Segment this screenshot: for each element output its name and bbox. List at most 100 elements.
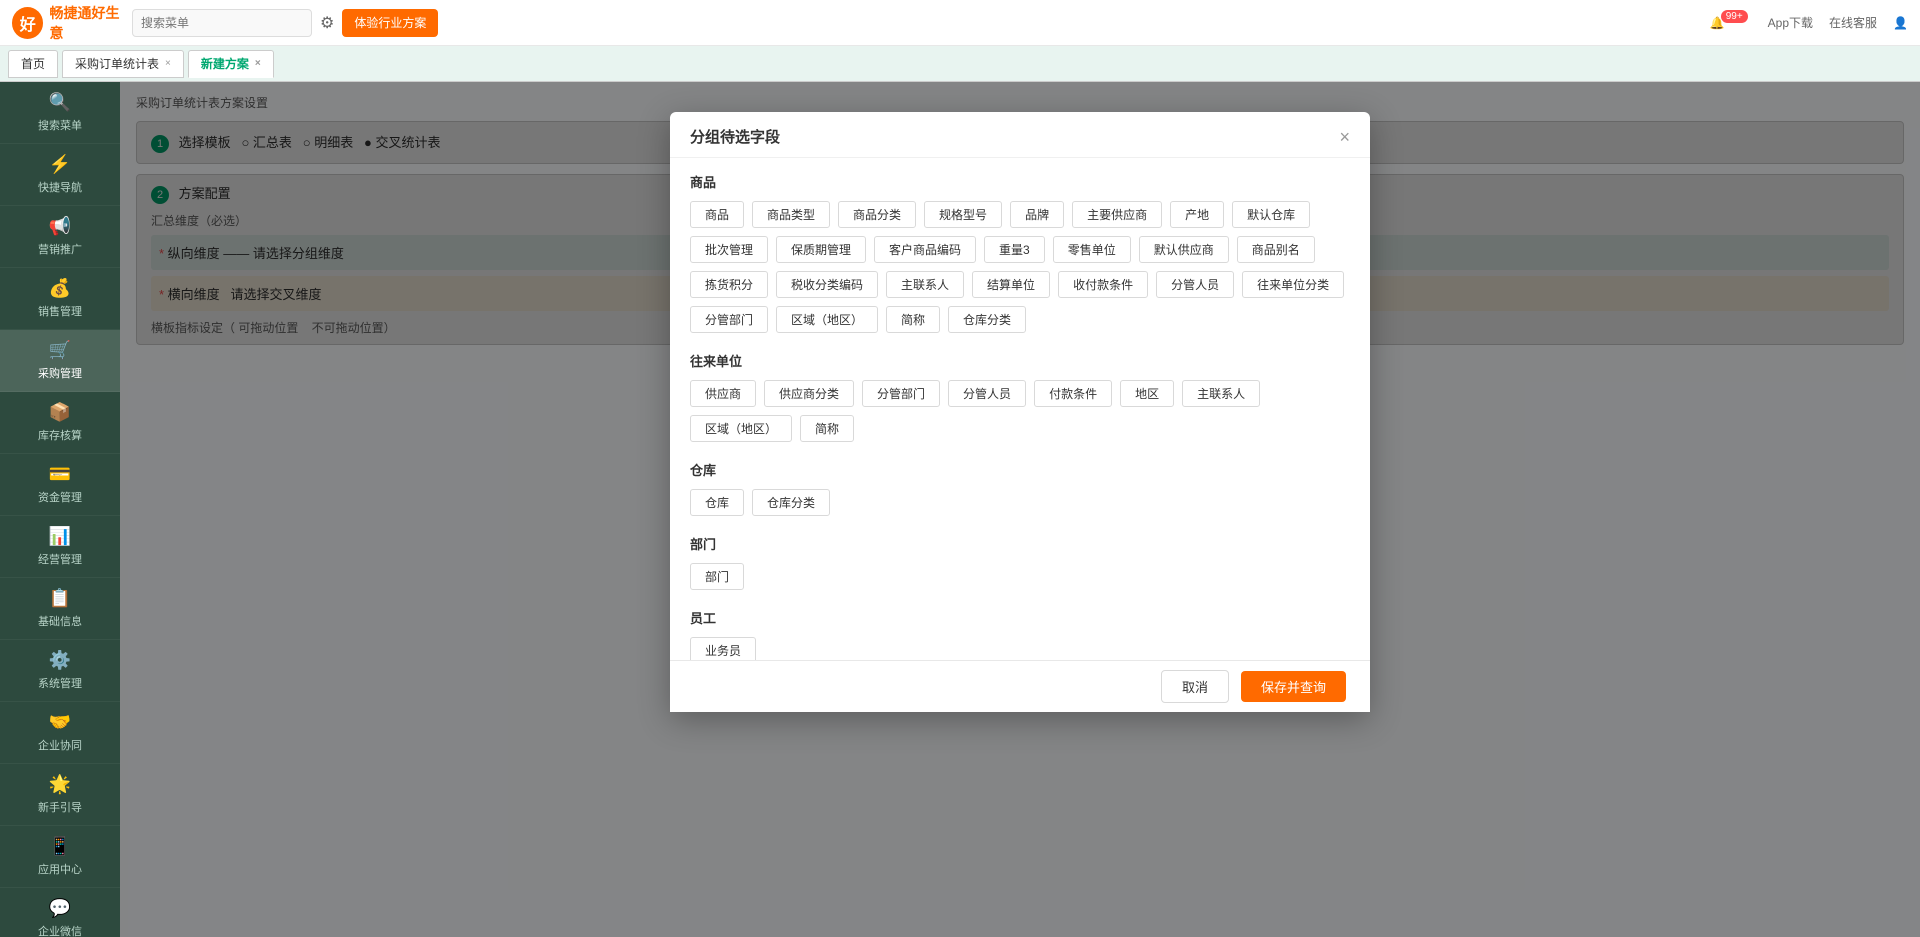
user-avatar[interactable]: 👤	[1893, 16, 1908, 30]
field-tag-partner-5[interactable]: 地区	[1120, 380, 1174, 407]
sidebar-item-appcenter-label: 应用中心	[38, 861, 82, 877]
field-tag-partner-1[interactable]: 供应商分类	[764, 380, 854, 407]
content-area: 采购订单统计表方案设置 1 选择模板 ○ 汇总表 ○ 明细表 ● 交叉统计表 2…	[120, 82, 1920, 937]
field-tag-warehouse-0[interactable]: 仓库	[690, 489, 744, 516]
field-tag-product-7[interactable]: 默认仓库	[1232, 201, 1310, 228]
sidebar-item-sales[interactable]: 💰 销售管理	[0, 268, 120, 330]
appcenter-icon: 📱	[49, 836, 71, 857]
online-service-link[interactable]: 在线客服	[1829, 14, 1877, 31]
field-tag-product-24[interactable]: 简称	[886, 306, 940, 333]
sidebar-item-cooperation[interactable]: 🤝 企业协同	[0, 702, 120, 764]
gear-icon[interactable]: ⚙	[320, 13, 334, 33]
field-tag-product-10[interactable]: 客户商品编码	[874, 236, 976, 263]
field-tag-product-3[interactable]: 规格型号	[924, 201, 1002, 228]
field-tag-product-9[interactable]: 保质期管理	[776, 236, 866, 263]
sidebar-item-purchase[interactable]: 🛒 采购管理	[0, 330, 120, 392]
inventory-icon: 📦	[49, 402, 71, 423]
sidebar-item-shortcut[interactable]: ⚡ 快捷导航	[0, 144, 120, 206]
sidebar-item-marketing-label: 营销推广	[38, 241, 82, 257]
logo-text: 畅捷通好生意	[49, 3, 132, 43]
field-tag-product-0[interactable]: 商品	[690, 201, 744, 228]
search-input[interactable]	[132, 9, 312, 37]
sidebar-item-wechat[interactable]: 💬 企业微信	[0, 888, 120, 937]
modal-close-btn[interactable]: ×	[1339, 128, 1350, 146]
field-tag-product-4[interactable]: 品牌	[1010, 201, 1064, 228]
field-tag-employee-0[interactable]: 业务员	[690, 637, 756, 660]
field-tag-product-20[interactable]: 分管人员	[1156, 271, 1234, 298]
field-tag-partner-6[interactable]: 主联系人	[1182, 380, 1260, 407]
marketing-icon: 📢	[49, 216, 71, 237]
sidebar-item-guide[interactable]: 🌟 新手引导	[0, 764, 120, 826]
field-tag-product-23[interactable]: 区域（地区）	[776, 306, 878, 333]
tabbar: 首页 采购订单统计表 × 新建方案 ×	[0, 46, 1920, 82]
field-tag-product-1[interactable]: 商品类型	[752, 201, 830, 228]
guide-icon: 🌟	[49, 774, 71, 795]
field-tag-product-21[interactable]: 往来单位分类	[1242, 271, 1344, 298]
section-title-product: 商品	[690, 172, 1350, 191]
cancel-button[interactable]: 取消	[1161, 670, 1229, 703]
field-tag-product-11[interactable]: 重量3	[984, 236, 1045, 263]
field-tag-product-22[interactable]: 分管部门	[690, 306, 768, 333]
tab-home[interactable]: 首页	[8, 50, 58, 78]
modal-header: 分组待选字段 ×	[670, 112, 1370, 158]
modal-footer: 取消 保存并查询	[670, 660, 1370, 712]
field-tag-product-13[interactable]: 默认供应商	[1139, 236, 1229, 263]
section-title-warehouse: 仓库	[690, 460, 1350, 479]
sidebar-item-marketing[interactable]: 📢 营销推广	[0, 206, 120, 268]
experience-btn[interactable]: 体验行业方案	[342, 9, 438, 37]
field-tag-product-2[interactable]: 商品分类	[838, 201, 916, 228]
notification-area[interactable]: 🔔99+	[1710, 16, 1752, 30]
basic-icon: 📋	[49, 588, 71, 609]
tab-new-scheme[interactable]: 新建方案 ×	[188, 50, 274, 78]
field-section-partner: 往来单位供应商供应商分类分管部门分管人员付款条件地区主联系人区域（地区） 简称	[690, 351, 1350, 442]
cooperation-icon: 🤝	[49, 712, 71, 733]
field-tag-product-8[interactable]: 批次管理	[690, 236, 768, 263]
sidebar-item-search[interactable]: 🔍 搜索菜单	[0, 82, 120, 144]
sidebar-item-basic[interactable]: 📋 基础信息	[0, 578, 120, 640]
field-tags-employee: 业务员	[690, 637, 1350, 660]
field-tag-partner-2[interactable]: 分管部门	[862, 380, 940, 407]
field-tag-product-17[interactable]: 主联系人	[886, 271, 964, 298]
sidebar-item-system-label: 系统管理	[38, 675, 82, 691]
field-section-warehouse: 仓库仓库仓库分类	[690, 460, 1350, 516]
app-download-link[interactable]: App下载	[1768, 14, 1813, 31]
section-title-partner: 往来单位	[690, 351, 1350, 370]
field-tag-partner-7[interactable]: 区域（地区）	[690, 415, 792, 442]
field-tag-product-19[interactable]: 收付款条件	[1058, 271, 1148, 298]
sidebar-item-search-label: 搜索菜单	[38, 117, 82, 133]
tab-purchase-stats[interactable]: 采购订单统计表 ×	[62, 50, 184, 78]
field-tag-partner-0[interactable]: 供应商	[690, 380, 756, 407]
main-layout: 🔍 搜索菜单 ⚡ 快捷导航 📢 营销推广 💰 销售管理 🛒 采购管理 📦 库存核…	[0, 82, 1920, 937]
tab-purchase-stats-label: 采购订单统计表	[75, 55, 159, 72]
field-tag-partner-8[interactable]: 简称	[800, 415, 854, 442]
sidebar-item-guide-label: 新手引导	[38, 799, 82, 815]
field-tag-product-6[interactable]: 产地	[1170, 201, 1224, 228]
field-tag-product-25[interactable]: 仓库分类	[948, 306, 1026, 333]
field-tag-product-18[interactable]: 结算单位	[972, 271, 1050, 298]
sidebar-item-sales-label: 销售管理	[38, 303, 82, 319]
field-tag-warehouse-1[interactable]: 仓库分类	[752, 489, 830, 516]
sidebar-item-finance[interactable]: 💳 资金管理	[0, 454, 120, 516]
field-tag-product-12[interactable]: 零售单位	[1053, 236, 1131, 263]
field-tag-product-16[interactable]: 税收分类编码	[776, 271, 878, 298]
search-icon: 🔍	[49, 92, 71, 113]
sidebar-item-system[interactable]: ⚙️ 系统管理	[0, 640, 120, 702]
confirm-button[interactable]: 保存并查询	[1241, 671, 1346, 702]
field-tags-product: 商品商品类型商品分类规格型号品牌主要供应商产地默认仓库批次管理保质期管理客户商品…	[690, 201, 1350, 333]
field-section-employee: 员工业务员	[690, 608, 1350, 660]
field-tag-department-0[interactable]: 部门	[690, 563, 744, 590]
sidebar-item-purchase-label: 采购管理	[38, 365, 82, 381]
sidebar-item-wechat-label: 企业微信	[38, 923, 82, 937]
tab-purchase-stats-close[interactable]: ×	[165, 58, 171, 69]
field-tag-partner-4[interactable]: 付款条件	[1034, 380, 1112, 407]
field-tag-product-5[interactable]: 主要供应商	[1072, 201, 1162, 228]
sidebar-item-inventory[interactable]: 📦 库存核算	[0, 392, 120, 454]
modal-body[interactable]: 商品商品商品类型商品分类规格型号品牌主要供应商产地默认仓库批次管理保质期管理客户…	[670, 158, 1370, 660]
sidebar-item-operation[interactable]: 📊 经营管理	[0, 516, 120, 578]
tab-new-scheme-close[interactable]: ×	[255, 58, 261, 69]
field-tag-product-14[interactable]: 商品别名	[1237, 236, 1315, 263]
sidebar-item-appcenter[interactable]: 📱 应用中心	[0, 826, 120, 888]
field-tag-product-15[interactable]: 拣货积分	[690, 271, 768, 298]
sidebar-item-finance-label: 资金管理	[38, 489, 82, 505]
field-tag-partner-3[interactable]: 分管人员	[948, 380, 1026, 407]
